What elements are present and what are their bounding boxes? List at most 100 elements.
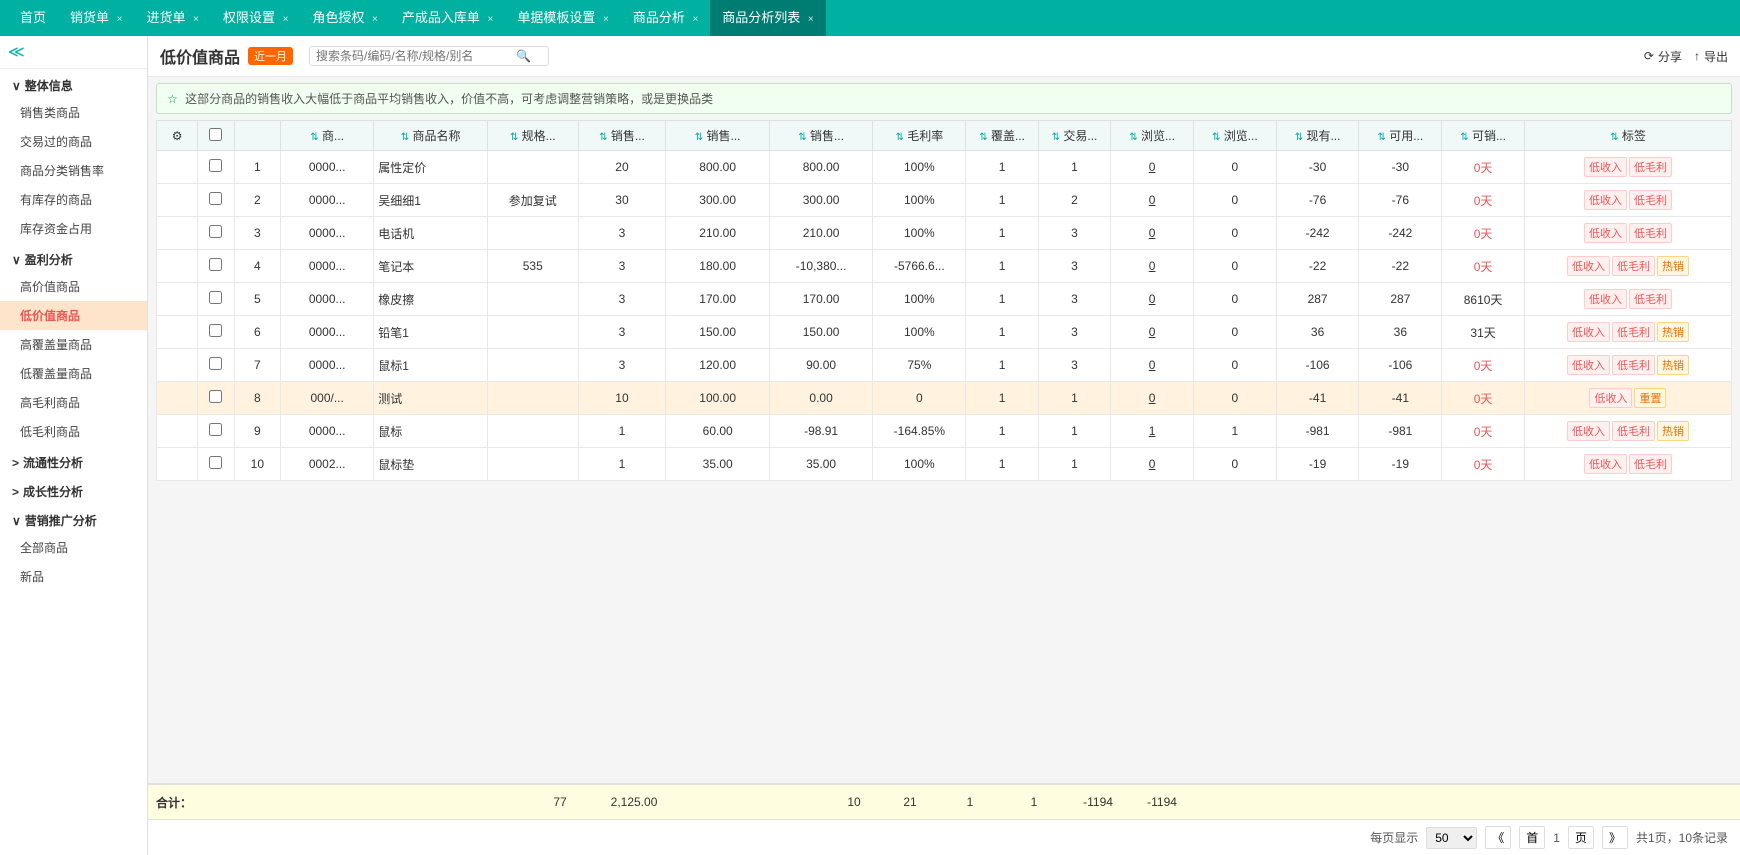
sidebar-item-high-value[interactable]: 高价值商品 bbox=[0, 272, 147, 301]
cell-settings[interactable] bbox=[157, 217, 198, 250]
cell-check[interactable] bbox=[198, 184, 234, 217]
cell-check[interactable] bbox=[198, 217, 234, 250]
browse1-link[interactable]: 0 bbox=[1149, 391, 1156, 405]
cell-settings[interactable] bbox=[157, 415, 198, 448]
browse1-link[interactable]: 0 bbox=[1149, 226, 1156, 240]
col-sales-qty-header[interactable]: ⇅ 销售... bbox=[578, 121, 666, 151]
col-avail-header[interactable]: ⇅ 可用... bbox=[1359, 121, 1442, 151]
cell-check[interactable] bbox=[198, 283, 234, 316]
col-browse2-header[interactable]: ⇅ 浏览... bbox=[1193, 121, 1276, 151]
row-checkbox[interactable] bbox=[209, 192, 222, 205]
col-check-header[interactable] bbox=[198, 121, 234, 151]
nav-sales[interactable]: 销货单 × bbox=[58, 0, 134, 36]
col-code-header[interactable]: ⇅ 商... bbox=[281, 121, 374, 151]
search-icon[interactable]: 🔍 bbox=[516, 49, 531, 63]
sidebar-item-low-margin[interactable]: 低毛利商品 bbox=[0, 417, 147, 446]
sidebar-group-liquidity[interactable]: > 流通性分析 bbox=[0, 446, 147, 475]
sidebar-group-marketing[interactable]: ∨ 营销推广分析 bbox=[0, 504, 147, 533]
browse1-link[interactable]: 0 bbox=[1149, 259, 1156, 273]
col-browse1-header[interactable]: ⇅ 浏览... bbox=[1111, 121, 1194, 151]
cell-check[interactable] bbox=[198, 415, 234, 448]
cell-browse1[interactable]: 0 bbox=[1111, 316, 1194, 349]
sidebar-item-sales-products[interactable]: 销售类商品 bbox=[0, 98, 147, 127]
cell-check[interactable] bbox=[198, 382, 234, 415]
cell-settings[interactable] bbox=[157, 349, 198, 382]
col-settings-header[interactable]: ⚙ bbox=[157, 121, 198, 151]
next-page-button[interactable]: 页 bbox=[1568, 826, 1594, 849]
cell-settings[interactable] bbox=[157, 448, 198, 481]
sidebar-item-all-products[interactable]: 全部商品 bbox=[0, 533, 147, 562]
row-checkbox[interactable] bbox=[209, 159, 222, 172]
col-trade-header[interactable]: ⇅ 交易... bbox=[1038, 121, 1110, 151]
row-checkbox[interactable] bbox=[209, 225, 222, 238]
sidebar-item-high-cover[interactable]: 高覆盖量商品 bbox=[0, 330, 147, 359]
col-sales-cost-header[interactable]: ⇅ 销售... bbox=[769, 121, 872, 151]
row-checkbox[interactable] bbox=[209, 324, 222, 337]
cell-browse1[interactable]: 0 bbox=[1111, 448, 1194, 481]
prev-page-button[interactable]: 首 bbox=[1519, 826, 1545, 849]
sidebar-item-low-cover[interactable]: 低覆盖量商品 bbox=[0, 359, 147, 388]
row-checkbox[interactable] bbox=[209, 456, 222, 469]
col-cover-header[interactable]: ⇅ 覆盖... bbox=[966, 121, 1038, 151]
browse1-link[interactable]: 0 bbox=[1149, 292, 1156, 306]
export-button[interactable]: ↑ 导出 bbox=[1694, 48, 1728, 65]
search-box[interactable]: 🔍 bbox=[309, 46, 549, 66]
row-checkbox[interactable] bbox=[209, 423, 222, 436]
col-sales-amt-header[interactable]: ⇅ 销售... bbox=[666, 121, 769, 151]
cell-settings[interactable] bbox=[157, 283, 198, 316]
sidebar-item-high-margin[interactable]: 高毛利商品 bbox=[0, 388, 147, 417]
cell-settings[interactable] bbox=[157, 382, 198, 415]
nav-production[interactable]: 产成品入库单 × bbox=[390, 0, 505, 36]
cell-check[interactable] bbox=[198, 151, 234, 184]
row-checkbox[interactable] bbox=[209, 390, 222, 403]
cell-browse1[interactable]: 0 bbox=[1111, 349, 1194, 382]
cell-settings[interactable] bbox=[157, 151, 198, 184]
cell-browse1[interactable]: 0 bbox=[1111, 283, 1194, 316]
cell-check[interactable] bbox=[198, 316, 234, 349]
col-name-header[interactable]: ⇅ 商品名称 bbox=[374, 121, 488, 151]
select-all-checkbox[interactable] bbox=[209, 128, 222, 141]
last-page-button[interactable]: 》 bbox=[1602, 826, 1628, 849]
sidebar-item-traded-products[interactable]: 交易过的商品 bbox=[0, 127, 147, 156]
col-stock-header[interactable]: ⇅ 现有... bbox=[1276, 121, 1359, 151]
sidebar-collapse-icon[interactable]: ≪ bbox=[8, 42, 25, 62]
row-checkbox[interactable] bbox=[209, 258, 222, 271]
browse1-link[interactable]: 0 bbox=[1149, 358, 1156, 372]
share-button[interactable]: ⟳ 分享 bbox=[1644, 48, 1682, 65]
cell-browse1[interactable]: 0 bbox=[1111, 250, 1194, 283]
first-page-button[interactable]: 《 bbox=[1485, 826, 1511, 849]
col-tag-header[interactable]: ⇅ 标签 bbox=[1524, 121, 1731, 151]
col-gross-header[interactable]: ⇅ 毛利率 bbox=[873, 121, 966, 151]
cell-settings[interactable] bbox=[157, 184, 198, 217]
sidebar-group-growth[interactable]: > 成长性分析 bbox=[0, 475, 147, 504]
sidebar-item-stock-products[interactable]: 有库存的商品 bbox=[0, 185, 147, 214]
col-spec-header[interactable]: ⇅ 规格... bbox=[488, 121, 579, 151]
cell-browse1[interactable]: 0 bbox=[1111, 217, 1194, 250]
nav-permission[interactable]: 权限设置 × bbox=[211, 0, 300, 36]
sidebar-group-profit[interactable]: ∨ 盈利分析 bbox=[0, 243, 147, 272]
nav-analysis[interactable]: 商品分析 × bbox=[621, 0, 710, 36]
sidebar-group-overall[interactable]: ∨ 整体信息 bbox=[0, 69, 147, 98]
cell-check[interactable] bbox=[198, 250, 234, 283]
nav-template[interactable]: 单据模板设置 × bbox=[505, 0, 620, 36]
col-sale-days-header[interactable]: ⇅ 可销... bbox=[1442, 121, 1525, 151]
period-tag[interactable]: 近一月 bbox=[248, 47, 293, 65]
page-size-select[interactable]: 50 100 200 bbox=[1426, 827, 1477, 849]
browse1-link[interactable]: 0 bbox=[1149, 160, 1156, 174]
cell-browse1[interactable]: 0 bbox=[1111, 184, 1194, 217]
cell-check[interactable] bbox=[198, 448, 234, 481]
browse1-link[interactable]: 0 bbox=[1149, 325, 1156, 339]
sidebar-item-stock-fund[interactable]: 库存资金占用 bbox=[0, 214, 147, 243]
cell-settings[interactable] bbox=[157, 250, 198, 283]
browse1-link[interactable]: 0 bbox=[1149, 457, 1156, 471]
cell-browse1[interactable]: 1 bbox=[1111, 415, 1194, 448]
cell-check[interactable] bbox=[198, 349, 234, 382]
table-container[interactable]: ⚙ ⇅ 商... ⇅ 商品名称 ⇅ 规格... ⇅ 销售... ⇅ 销售... … bbox=[156, 120, 1732, 783]
nav-role[interactable]: 角色授权 × bbox=[300, 0, 389, 36]
nav-home[interactable]: 首页 bbox=[8, 0, 58, 36]
search-input[interactable] bbox=[316, 49, 516, 63]
row-checkbox[interactable] bbox=[209, 357, 222, 370]
nav-purchase[interactable]: 进货单 × bbox=[134, 0, 210, 36]
browse1-link[interactable]: 0 bbox=[1149, 193, 1156, 207]
cell-browse1[interactable]: 0 bbox=[1111, 382, 1194, 415]
